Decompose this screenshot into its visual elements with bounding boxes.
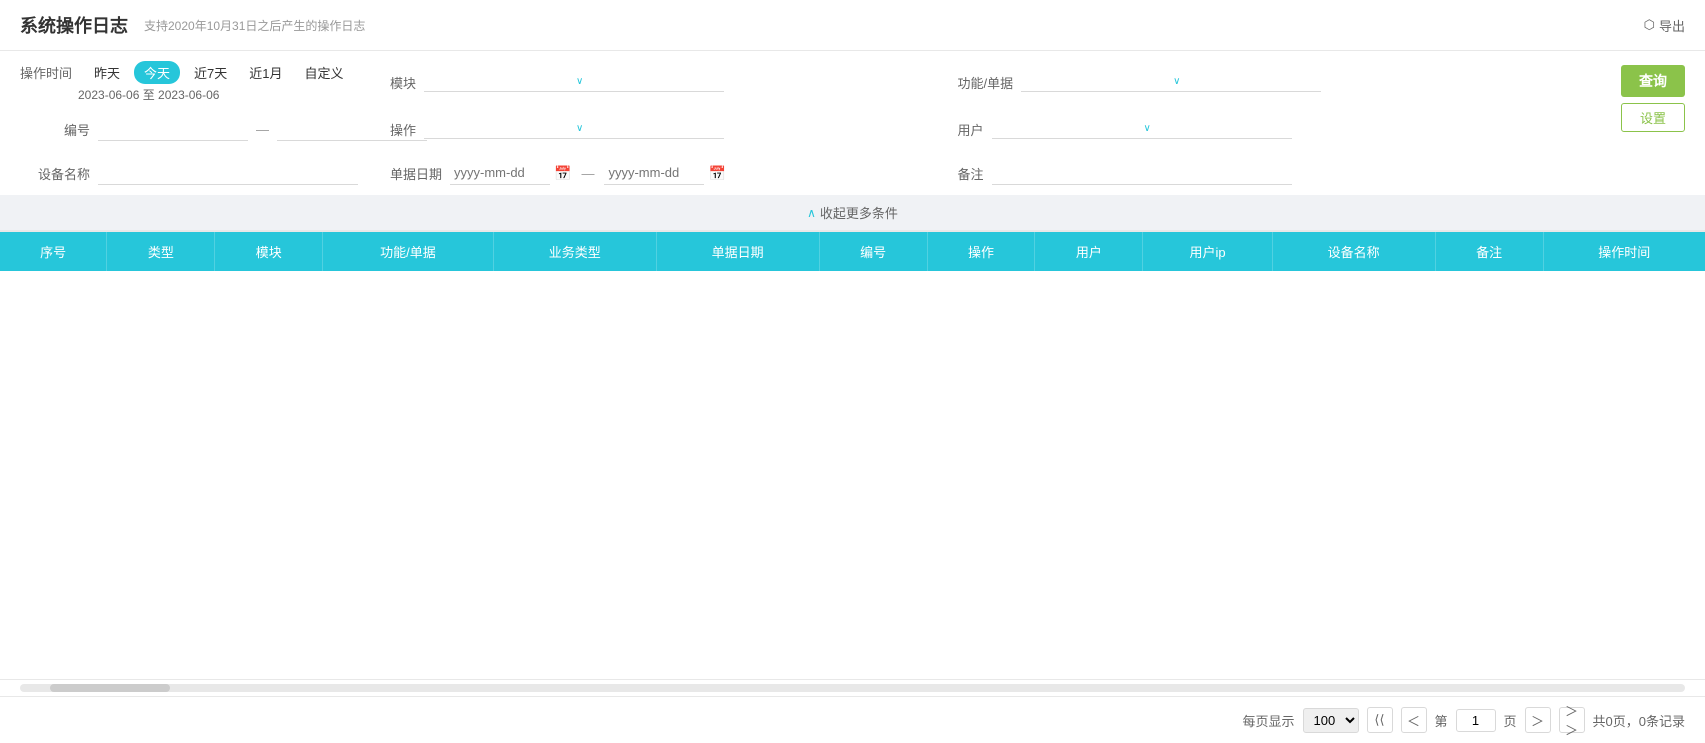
collapse-icon: ∧: [807, 206, 816, 220]
col-user: 用户: [1035, 232, 1143, 271]
module-chevron-icon: ∨: [576, 76, 724, 87]
number-dash: —: [256, 122, 269, 137]
header-left: 系统操作日志 支持2020年10月31日之后产生的操作日志: [20, 12, 365, 38]
col-remark: 备注: [1435, 232, 1543, 271]
prev-page-button[interactable]: ＜: [1401, 707, 1427, 733]
action-buttons: 查询 设置: [1621, 65, 1685, 132]
table-container: 序号 类型 模块 功能/单据 业务类型 单据日期 编号 操作 用户 用户ip 设…: [0, 232, 1705, 679]
scrollbar-thumb[interactable]: [50, 684, 170, 692]
empty-cell: [0, 271, 1705, 621]
user-select[interactable]: ∨: [992, 119, 1292, 139]
user-label: 用户: [958, 120, 984, 139]
export-button[interactable]: ⬡ 导出: [1644, 16, 1685, 35]
collapse-label: 收起更多条件: [820, 203, 898, 222]
time-btn-custom[interactable]: 自定义: [297, 61, 352, 84]
operation-label: 操作: [390, 120, 416, 139]
scrollbar-area: [0, 679, 1705, 696]
page-subtitle: 支持2020年10月31日之后产生的操作日志: [144, 17, 365, 34]
module-filter-group: 模块 ∨: [390, 72, 938, 92]
table-header-row: 序号 类型 模块 功能/单据 业务类型 单据日期 编号 操作 用户 用户ip 设…: [0, 232, 1705, 271]
voucher-date-filter-group: 单据日期 📅 — 📅: [390, 161, 938, 185]
col-device: 设备名称: [1272, 232, 1435, 271]
number-input-start[interactable]: [98, 117, 248, 141]
remark-filter-group: 备注: [958, 161, 1686, 185]
time-filter-group: 操作时间 昨天 今天 近7天 近1月 自定义 2023-06-06 至 2023…: [20, 61, 370, 103]
first-page-button[interactable]: ⟨⟨: [1367, 707, 1393, 733]
col-index: 序号: [0, 232, 107, 271]
module-label: 模块: [390, 73, 416, 92]
page-header: 系统操作日志 支持2020年10月31日之后产生的操作日志 ⬡ 导出: [0, 0, 1705, 51]
table-header: 序号 类型 模块 功能/单据 业务类型 单据日期 编号 操作 用户 用户ip 设…: [0, 232, 1705, 271]
page-label: 第: [1435, 711, 1448, 730]
scrollbar-track[interactable]: [20, 684, 1685, 692]
page-end-label: 页: [1504, 711, 1517, 730]
last-page-button[interactable]: ＞＞: [1559, 707, 1585, 733]
calendar-end-icon[interactable]: 📅: [708, 165, 725, 182]
operation-filter-group: 操作 ∨: [390, 119, 938, 139]
filter-wrapper: 操作时间 昨天 今天 近7天 近1月 自定义 2023-06-06 至 2023…: [0, 51, 1705, 232]
date-input-end[interactable]: [604, 161, 704, 185]
func-label: 功能/单据: [958, 73, 1014, 92]
col-func: 功能/单据: [323, 232, 494, 271]
next-page-button[interactable]: ＞: [1525, 707, 1551, 733]
device-label: 设备名称: [20, 164, 90, 183]
total-info: 共0页，0条记录: [1593, 711, 1685, 730]
calendar-start-icon[interactable]: 📅: [554, 165, 571, 182]
page-title: 系统操作日志: [20, 12, 128, 38]
voucher-date-label: 单据日期: [390, 164, 442, 183]
col-biz-type: 业务类型: [493, 232, 656, 271]
time-range-display: 2023-06-06 至 2023-06-06: [20, 86, 370, 103]
date-dash: —: [581, 166, 594, 181]
user-chevron-icon: ∨: [1144, 123, 1292, 134]
func-select[interactable]: ∨: [1021, 72, 1321, 92]
setting-button[interactable]: 设置: [1621, 103, 1685, 132]
time-btn-7days[interactable]: 近7天: [186, 61, 235, 84]
filter-row-1: 操作时间 昨天 今天 近7天 近1月 自定义 2023-06-06 至 2023…: [0, 51, 1705, 107]
empty-row: [0, 271, 1705, 621]
col-voucher-date: 单据日期: [656, 232, 819, 271]
content-area: 操作时间 昨天 今天 近7天 近1月 自定义 2023-06-06 至 2023…: [0, 51, 1705, 743]
time-btn-1month[interactable]: 近1月: [241, 61, 290, 84]
operation-select[interactable]: ∨: [424, 119, 724, 139]
per-page-label: 每页显示: [1242, 711, 1294, 730]
export-label: 导出: [1659, 16, 1685, 35]
filter-row-3: 设备名称 单据日期 📅 — 📅 备注: [0, 151, 1705, 195]
col-op-time: 操作时间: [1543, 232, 1705, 271]
time-label: 操作时间: [20, 63, 72, 82]
collapse-button[interactable]: ∧ 收起更多条件: [807, 203, 898, 222]
func-filter-group: 功能/单据 ∨: [958, 72, 1686, 92]
page-size-select[interactable]: 50 100 200: [1303, 708, 1359, 733]
col-user-ip: 用户ip: [1143, 232, 1272, 271]
export-icon: ⬡: [1644, 17, 1655, 33]
device-filter-group: 设备名称: [20, 161, 370, 185]
date-input-start[interactable]: [450, 161, 550, 185]
filter-row-2: 编号 — 操作 ∨ 用户: [0, 107, 1705, 151]
page-number-input[interactable]: [1456, 709, 1496, 732]
remark-input[interactable]: [992, 161, 1292, 185]
time-btn-yesterday[interactable]: 昨天: [86, 61, 128, 84]
time-btn-today[interactable]: 今天: [134, 61, 180, 84]
remark-label: 备注: [958, 164, 984, 183]
page-wrapper: 系统操作日志 支持2020年10月31日之后产生的操作日志 ⬡ 导出 操作时间 …: [0, 0, 1705, 743]
data-table: 序号 类型 模块 功能/单据 业务类型 单据日期 编号 操作 用户 用户ip 设…: [0, 232, 1705, 621]
number-filter-group: 编号 —: [20, 117, 370, 141]
number-label: 编号: [20, 120, 90, 139]
device-input[interactable]: [98, 161, 358, 185]
pagination-bar: 每页显示 50 100 200 ⟨⟨ ＜ 第 页 ＞ ＞＞ 共0页，0条记录: [0, 696, 1705, 743]
col-module: 模块: [215, 232, 323, 271]
col-type: 类型: [107, 232, 215, 271]
table-body: [0, 271, 1705, 621]
col-number: 编号: [819, 232, 927, 271]
date-input-group: 📅 — 📅: [450, 161, 726, 185]
func-chevron-icon: ∨: [1173, 76, 1321, 87]
collapse-bar[interactable]: ∧ 收起更多条件: [0, 195, 1705, 230]
query-button[interactable]: 查询: [1621, 65, 1685, 97]
col-operation: 操作: [927, 232, 1035, 271]
module-select[interactable]: ∨: [424, 72, 724, 92]
user-filter-group: 用户 ∨: [958, 119, 1686, 139]
operation-chevron-icon: ∨: [576, 123, 724, 134]
